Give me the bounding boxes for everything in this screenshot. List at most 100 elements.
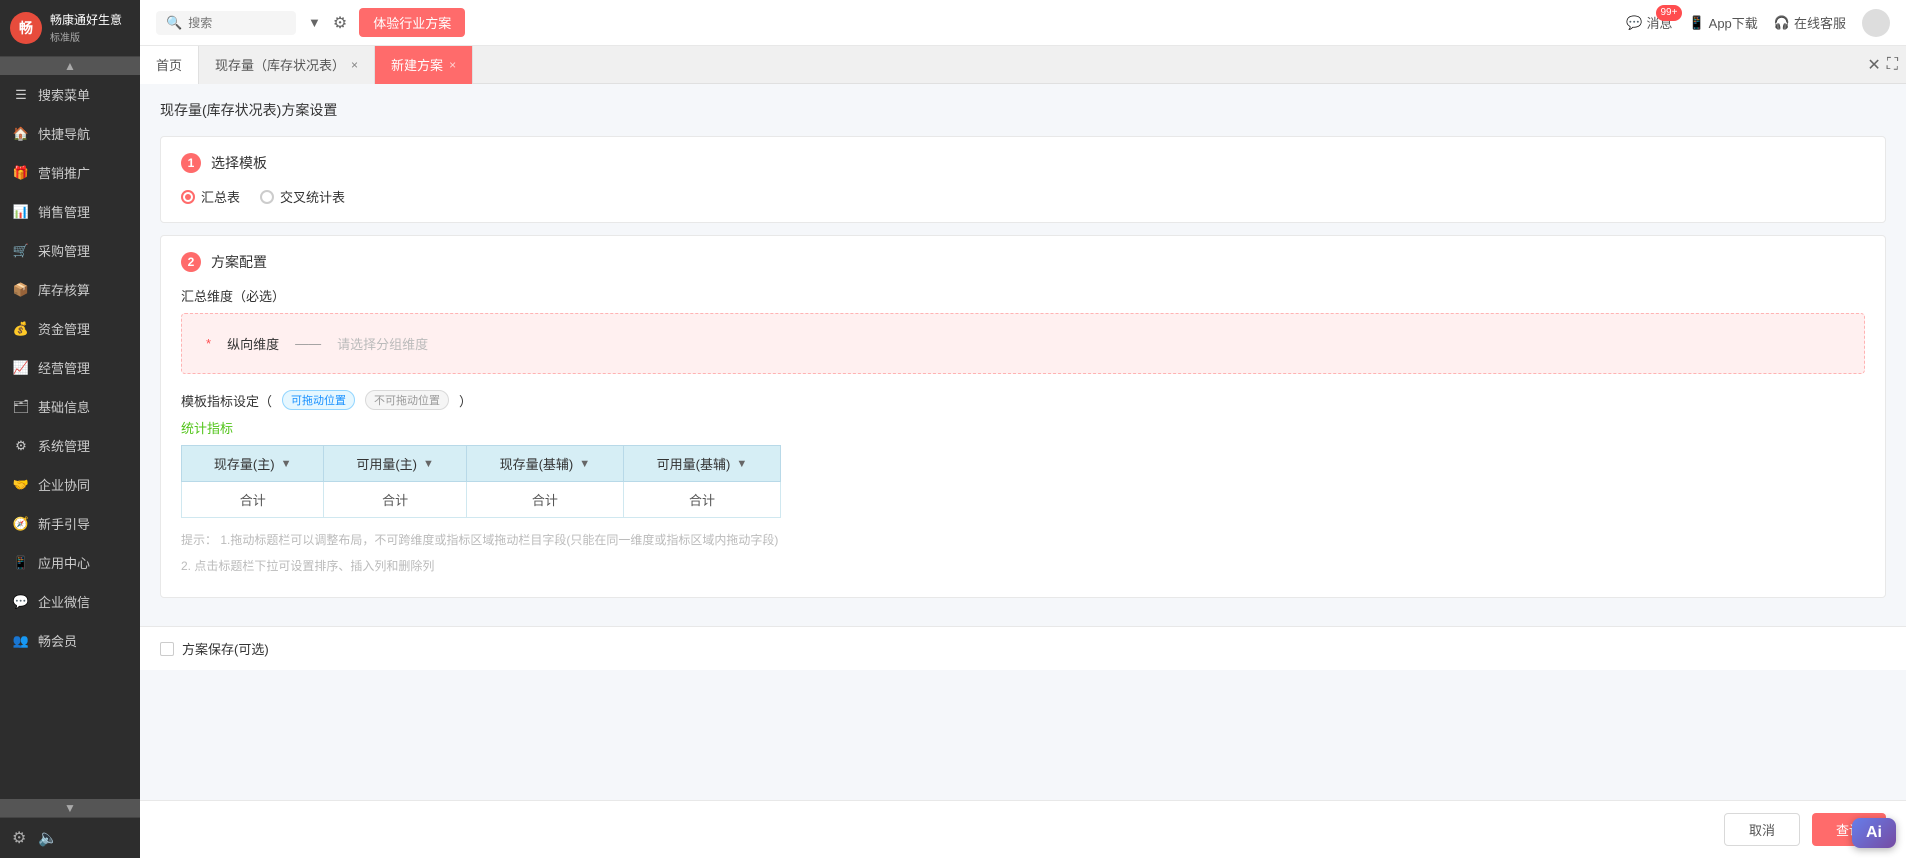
sidebar-item-label: 企业微信 xyxy=(38,592,90,611)
sidebar-item-basic-info[interactable]: 🗂 基础信息 xyxy=(0,387,140,426)
sidebar-footer: ⚙ 🔈 xyxy=(0,817,140,858)
app-center-icon: 📱 xyxy=(12,554,30,572)
cooperation-icon: 🤝 xyxy=(12,476,30,494)
brand-area: 畅 畅康通好生意 标准版 xyxy=(0,0,140,57)
tip-2: 2. 点击标题栏下拉可设置排序、插入列和删除列 xyxy=(181,556,1865,578)
sidebar-item-label: 应用中心 xyxy=(38,553,90,572)
sidebar-nav: ☰ 搜索菜单 🏠 快捷导航 🎁 营销推广 📊 销售管理 🛒 采购管理 📦 库存核… xyxy=(0,75,140,799)
radio-summary-dot xyxy=(181,190,195,204)
tab-expand-button[interactable]: ⛶ xyxy=(1887,56,1898,74)
footer-actions: 取消 查询 xyxy=(140,800,1906,858)
search-icon: 🔍 xyxy=(166,15,182,31)
indicator-label: 模板指标设定（ 可拖动位置 不可拖动位置 ） xyxy=(181,390,1865,410)
new-guide-icon: 🧭 xyxy=(12,515,30,533)
indicator-settings: 模板指标设定（ 可拖动位置 不可拖动位置 ） 统计指标 现存量(主) xyxy=(181,390,1865,577)
sidebar-item-operations[interactable]: 📈 经营管理 xyxy=(0,348,140,387)
sidebar-item-label: 系统管理 xyxy=(38,436,90,455)
sidebar-item-system[interactable]: ⚙ 系统管理 xyxy=(0,426,140,465)
sidebar-item-members[interactable]: 👥 畅会员 xyxy=(0,621,140,660)
radio-cross-label: 交叉统计表 xyxy=(280,187,345,206)
section1-header: 1 选择模板 xyxy=(181,153,1865,173)
save-checkbox[interactable] xyxy=(160,642,174,656)
tab-inventory-close-icon[interactable]: × xyxy=(351,58,358,72)
indicator-label-close: ） xyxy=(459,391,472,410)
trial-button[interactable]: 体验行业方案 xyxy=(359,8,465,37)
col-header-0[interactable]: 现存量(主) ▼ xyxy=(182,446,324,482)
col-1-label: 可用量(主) xyxy=(356,454,417,473)
sidebar-item-finance[interactable]: 💰 资金管理 xyxy=(0,309,140,348)
headset-icon: 🎧 xyxy=(1774,15,1790,31)
sidebar-item-enterprise-wx[interactable]: 💬 企业微信 xyxy=(0,582,140,621)
radio-summary-label: 汇总表 xyxy=(201,187,240,206)
tab-inventory-status[interactable]: 现存量（库存状况表） × xyxy=(199,46,375,84)
col-0-arrow-icon[interactable]: ▼ xyxy=(281,458,292,470)
system-icon: ⚙ xyxy=(12,437,30,455)
user-avatar[interactable] xyxy=(1862,9,1890,37)
sidebar-item-label: 畅会员 xyxy=(38,631,77,650)
members-icon: 👥 xyxy=(12,632,30,650)
dropdown-arrow-icon[interactable]: ▼ xyxy=(308,15,321,30)
sidebar-scroll-down[interactable]: ▼ xyxy=(0,799,140,817)
sidebar-item-app-center[interactable]: 📱 应用中心 xyxy=(0,543,140,582)
purchase-icon: 🛒 xyxy=(12,242,30,260)
dimension-area[interactable]: * 纵向维度 —— 请选择分组维度 xyxy=(181,313,1865,374)
col-3-arrow-icon[interactable]: ▼ xyxy=(736,458,747,470)
topbar-right: 💬 消息 99+ 📱 App下载 🎧 在线客服 xyxy=(1626,9,1890,37)
sound-footer-icon[interactable]: 🔈 xyxy=(38,828,58,848)
sidebar-scroll-up[interactable]: ▲ xyxy=(0,57,140,75)
col-2-arrow-icon[interactable]: ▼ xyxy=(579,458,590,470)
sidebar-item-label: 资金管理 xyxy=(38,319,90,338)
cell-0: 合计 xyxy=(182,482,324,518)
tab-new-scheme-label: 新建方案 xyxy=(391,55,443,74)
save-checkbox-area: 方案保存(可选) xyxy=(140,626,1906,670)
radio-summary[interactable]: 汇总表 xyxy=(181,187,240,206)
tabbar-actions: ✕ ⛶ xyxy=(1867,55,1906,75)
stat-section-label: 统计指标 xyxy=(181,418,1865,437)
online-service-link[interactable]: 🎧 在线客服 xyxy=(1774,13,1846,32)
search-menu-icon: ☰ xyxy=(12,86,30,104)
col-header-2[interactable]: 现存量(基辅) ▼ xyxy=(466,446,623,482)
col-header-3[interactable]: 可用量(基辅) ▼ xyxy=(623,446,780,482)
message-badge[interactable]: 💬 消息 99+ xyxy=(1626,13,1672,32)
sidebar-item-new-guide[interactable]: 🧭 新手引导 xyxy=(0,504,140,543)
topbar-gear-icon[interactable]: ⚙ xyxy=(333,13,347,33)
dimension-placeholder: 请选择分组维度 xyxy=(337,334,428,353)
sidebar-item-search-menu[interactable]: ☰ 搜索菜单 xyxy=(0,75,140,114)
cell-3: 合计 xyxy=(623,482,780,518)
col-3-label: 可用量(基辅) xyxy=(657,454,731,473)
radio-cross[interactable]: 交叉统计表 xyxy=(260,187,345,206)
tab-home[interactable]: 首页 xyxy=(140,46,199,84)
col-1-arrow-icon[interactable]: ▼ xyxy=(423,458,434,470)
ai-badge[interactable]: Ai xyxy=(1852,818,1896,848)
marketing-icon: 🎁 xyxy=(12,164,30,182)
search-box[interactable]: 🔍 xyxy=(156,11,296,35)
sidebar-item-inventory[interactable]: 📦 库存核算 xyxy=(0,270,140,309)
sidebar-item-quick-nav[interactable]: 🏠 快捷导航 xyxy=(0,114,140,153)
sidebar-item-purchase[interactable]: 🛒 采购管理 xyxy=(0,231,140,270)
section1-title: 选择模板 xyxy=(211,153,267,173)
main-area: 🔍 ▼ ⚙ 体验行业方案 💬 消息 99+ 📱 App下载 🎧 在线客服 xyxy=(140,0,1906,858)
radio-cross-dot xyxy=(260,190,274,204)
sidebar-item-label: 经营管理 xyxy=(38,358,90,377)
dimension-label: 汇总维度（必选） xyxy=(181,286,1865,305)
tab-new-scheme[interactable]: 新建方案 × xyxy=(375,46,473,84)
section-2: 2 方案配置 汇总维度（必选） * 纵向维度 —— 请选择分组维度 模板指标设定… xyxy=(160,235,1886,598)
tab-close-window-button[interactable]: ✕ xyxy=(1867,55,1880,75)
search-input[interactable] xyxy=(188,16,288,30)
inventory-icon: 📦 xyxy=(12,281,30,299)
cancel-button[interactable]: 取消 xyxy=(1724,813,1800,846)
sidebar-item-label: 搜索菜单 xyxy=(38,85,90,104)
topbar: 🔍 ▼ ⚙ 体验行业方案 💬 消息 99+ 📱 App下载 🎧 在线客服 xyxy=(140,0,1906,46)
tab-new-scheme-close-icon[interactable]: × xyxy=(449,58,456,72)
section1-number: 1 xyxy=(181,153,201,173)
sidebar-item-cooperation[interactable]: 🤝 企业协同 xyxy=(0,465,140,504)
sidebar-item-marketing[interactable]: 🎁 营销推广 xyxy=(0,153,140,192)
save-checkbox-label: 方案保存(可选) xyxy=(182,639,269,658)
settings-footer-icon[interactable]: ⚙ xyxy=(12,828,26,848)
section2-title: 方案配置 xyxy=(211,252,267,272)
phone-icon: 📱 xyxy=(1688,15,1704,31)
sidebar-item-sales[interactable]: 📊 销售管理 xyxy=(0,192,140,231)
sidebar-item-label: 快捷导航 xyxy=(38,124,90,143)
col-header-1[interactable]: 可用量(主) ▼ xyxy=(324,446,466,482)
app-download-link[interactable]: 📱 App下载 xyxy=(1688,13,1757,32)
